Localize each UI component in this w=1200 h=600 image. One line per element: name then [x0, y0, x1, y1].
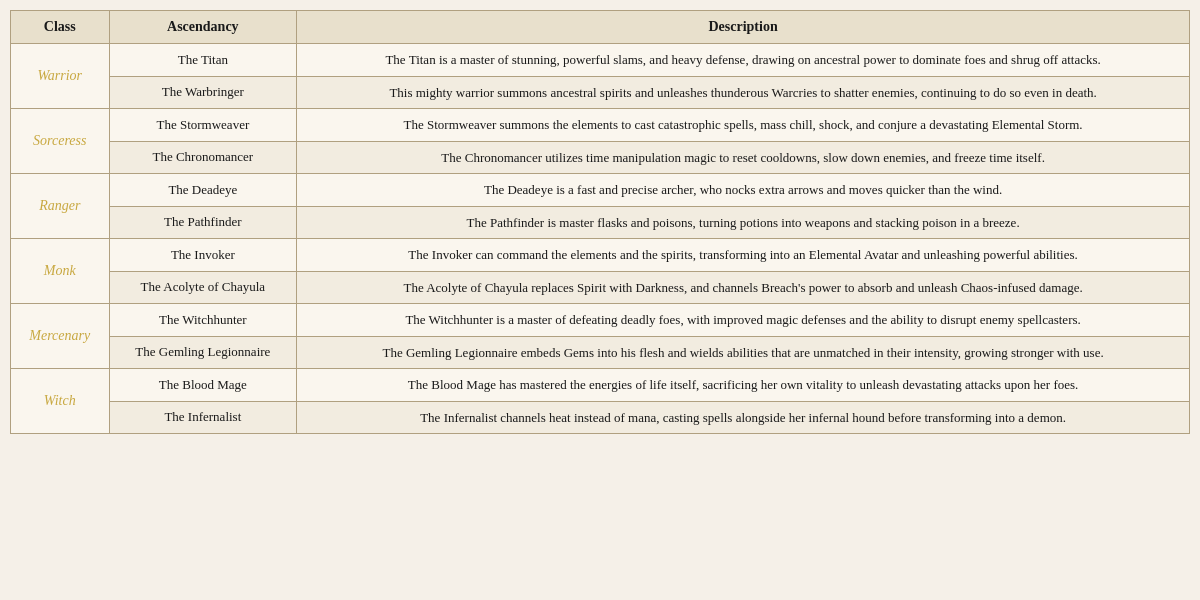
description-cell: The Invoker can command the elements and… [297, 239, 1190, 272]
ascendancy-cell: The Titan [109, 44, 297, 77]
description-cell: The Acolyte of Chayula replaces Spirit w… [297, 271, 1190, 304]
header-description: Description [297, 11, 1190, 44]
ascendancy-cell: The Acolyte of Chayula [109, 271, 297, 304]
class-table: Class Ascendancy Description WarriorThe … [10, 10, 1190, 434]
class-cell: Ranger [11, 174, 110, 239]
header-class: Class [11, 11, 110, 44]
table-row: RangerThe DeadeyeThe Deadeye is a fast a… [11, 174, 1190, 207]
table-row: The ChronomancerThe Chronomancer utilize… [11, 141, 1190, 174]
ascendancy-cell: The Witchhunter [109, 304, 297, 337]
class-cell: Warrior [11, 44, 110, 109]
description-cell: The Stormweaver summons the elements to … [297, 109, 1190, 142]
ascendancy-cell: The Blood Mage [109, 369, 297, 402]
description-cell: The Pathfinder is master flasks and pois… [297, 206, 1190, 239]
table-row: SorceressThe StormweaverThe Stormweaver … [11, 109, 1190, 142]
ascendancy-cell: The Warbringer [109, 76, 297, 109]
ascendancy-cell: The Chronomancer [109, 141, 297, 174]
table-row: The WarbringerThis mighty warrior summon… [11, 76, 1190, 109]
ascendancy-cell: The Invoker [109, 239, 297, 272]
ascendancy-cell: The Gemling Legionnaire [109, 336, 297, 369]
description-cell: The Chronomancer utilizes time manipulat… [297, 141, 1190, 174]
description-cell: This mighty warrior summons ancestral sp… [297, 76, 1190, 109]
ascendancy-cell: The Deadeye [109, 174, 297, 207]
description-cell: The Titan is a master of stunning, power… [297, 44, 1190, 77]
class-cell: Witch [11, 369, 110, 434]
table-row: WitchThe Blood MageThe Blood Mage has ma… [11, 369, 1190, 402]
description-cell: The Gemling Legionnaire embeds Gems into… [297, 336, 1190, 369]
table-row: The Gemling LegionnaireThe Gemling Legio… [11, 336, 1190, 369]
ascendancy-cell: The Stormweaver [109, 109, 297, 142]
class-cell: Monk [11, 239, 110, 304]
ascendancy-cell: The Infernalist [109, 401, 297, 434]
table-row: WarriorThe TitanThe Titan is a master of… [11, 44, 1190, 77]
description-cell: The Deadeye is a fast and precise archer… [297, 174, 1190, 207]
class-cell: Sorceress [11, 109, 110, 174]
description-cell: The Blood Mage has mastered the energies… [297, 369, 1190, 402]
description-cell: The Witchhunter is a master of defeating… [297, 304, 1190, 337]
table-row: The InfernalistThe Infernalist channels … [11, 401, 1190, 434]
table-row: MercenaryThe WitchhunterThe Witchhunter … [11, 304, 1190, 337]
class-cell: Mercenary [11, 304, 110, 369]
table-row: MonkThe InvokerThe Invoker can command t… [11, 239, 1190, 272]
ascendancy-cell: The Pathfinder [109, 206, 297, 239]
table-row: The Acolyte of ChayulaThe Acolyte of Cha… [11, 271, 1190, 304]
table-row: The PathfinderThe Pathfinder is master f… [11, 206, 1190, 239]
header-ascendancy: Ascendancy [109, 11, 297, 44]
description-cell: The Infernalist channels heat instead of… [297, 401, 1190, 434]
